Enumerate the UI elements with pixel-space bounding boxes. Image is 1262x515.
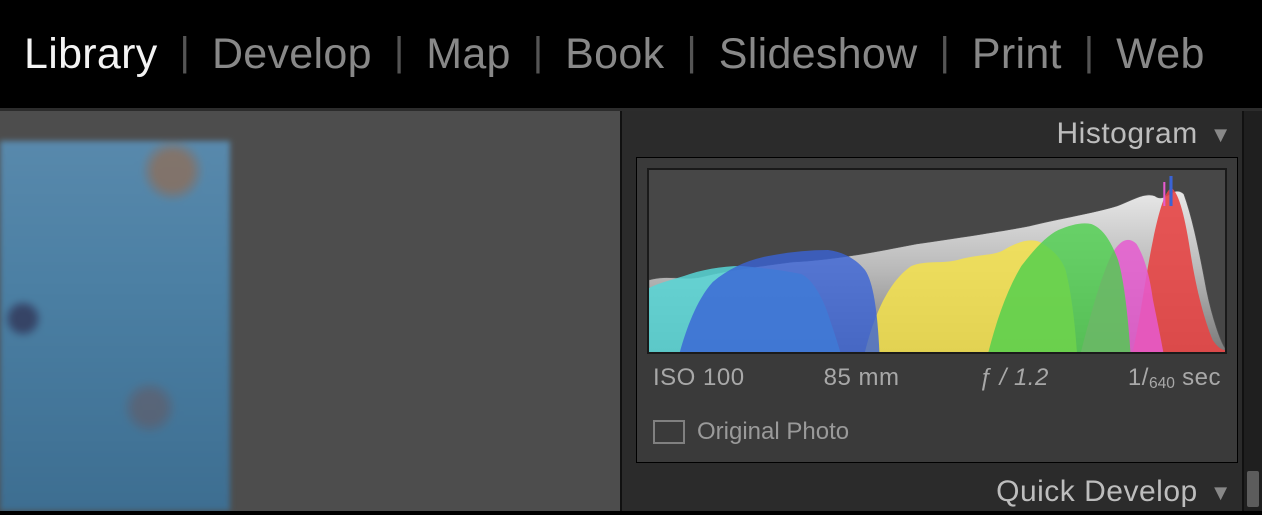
exif-shutter: 1/640 sec	[1128, 364, 1221, 392]
nav-item-print[interactable]: Print	[972, 33, 1062, 76]
nav-item-library[interactable]: Library	[24, 33, 158, 76]
nav-item-map[interactable]: Map	[426, 33, 511, 76]
exif-aperture: ƒ / 1.2	[979, 364, 1049, 392]
exif-focal-length: 85 mm	[824, 364, 900, 392]
collapse-icon: ▼	[1210, 122, 1232, 148]
original-photo-label: Original Photo	[697, 418, 849, 446]
photo-thumbnail[interactable]	[0, 141, 230, 511]
nav-separator: |	[1084, 32, 1094, 72]
nav-item-web[interactable]: Web	[1116, 33, 1205, 76]
histogram-panel-header[interactable]: Histogram ▼	[622, 111, 1262, 157]
quick-develop-title: Quick Develop	[996, 475, 1198, 509]
histogram-svg	[649, 170, 1225, 352]
original-photo-row[interactable]: Original Photo	[647, 392, 1227, 454]
nav-separator: |	[180, 32, 190, 72]
collapse-icon: ▼	[1210, 480, 1232, 506]
scrollbar-thumb[interactable]	[1247, 471, 1259, 507]
nav-separator: |	[686, 32, 696, 72]
nav-separator: |	[394, 32, 404, 72]
nav-separator: |	[533, 32, 543, 72]
original-photo-checkbox[interactable]	[653, 420, 685, 444]
quick-develop-panel-header[interactable]: Quick Develop ▼	[622, 469, 1262, 515]
exif-row: ISO 100 85 mm ƒ / 1.2 1/640 sec	[647, 354, 1227, 392]
histogram-panel: ISO 100 85 mm ƒ / 1.2 1/640 sec Original…	[636, 157, 1238, 463]
nav-separator: |	[939, 32, 949, 72]
nav-item-slideshow[interactable]: Slideshow	[719, 33, 918, 76]
workspace: Histogram ▼	[0, 111, 1262, 511]
nav-item-book[interactable]: Book	[565, 33, 664, 76]
module-nav: Library | Develop | Map | Book | Slidesh…	[0, 0, 1262, 111]
right-panel-scrollbar[interactable]	[1242, 111, 1262, 511]
right-panel: Histogram ▼	[620, 111, 1262, 511]
histogram-display[interactable]	[647, 168, 1227, 354]
nav-item-develop[interactable]: Develop	[212, 33, 372, 76]
exif-iso: ISO 100	[653, 364, 745, 392]
image-area[interactable]	[0, 111, 620, 511]
histogram-title: Histogram	[1057, 117, 1198, 151]
